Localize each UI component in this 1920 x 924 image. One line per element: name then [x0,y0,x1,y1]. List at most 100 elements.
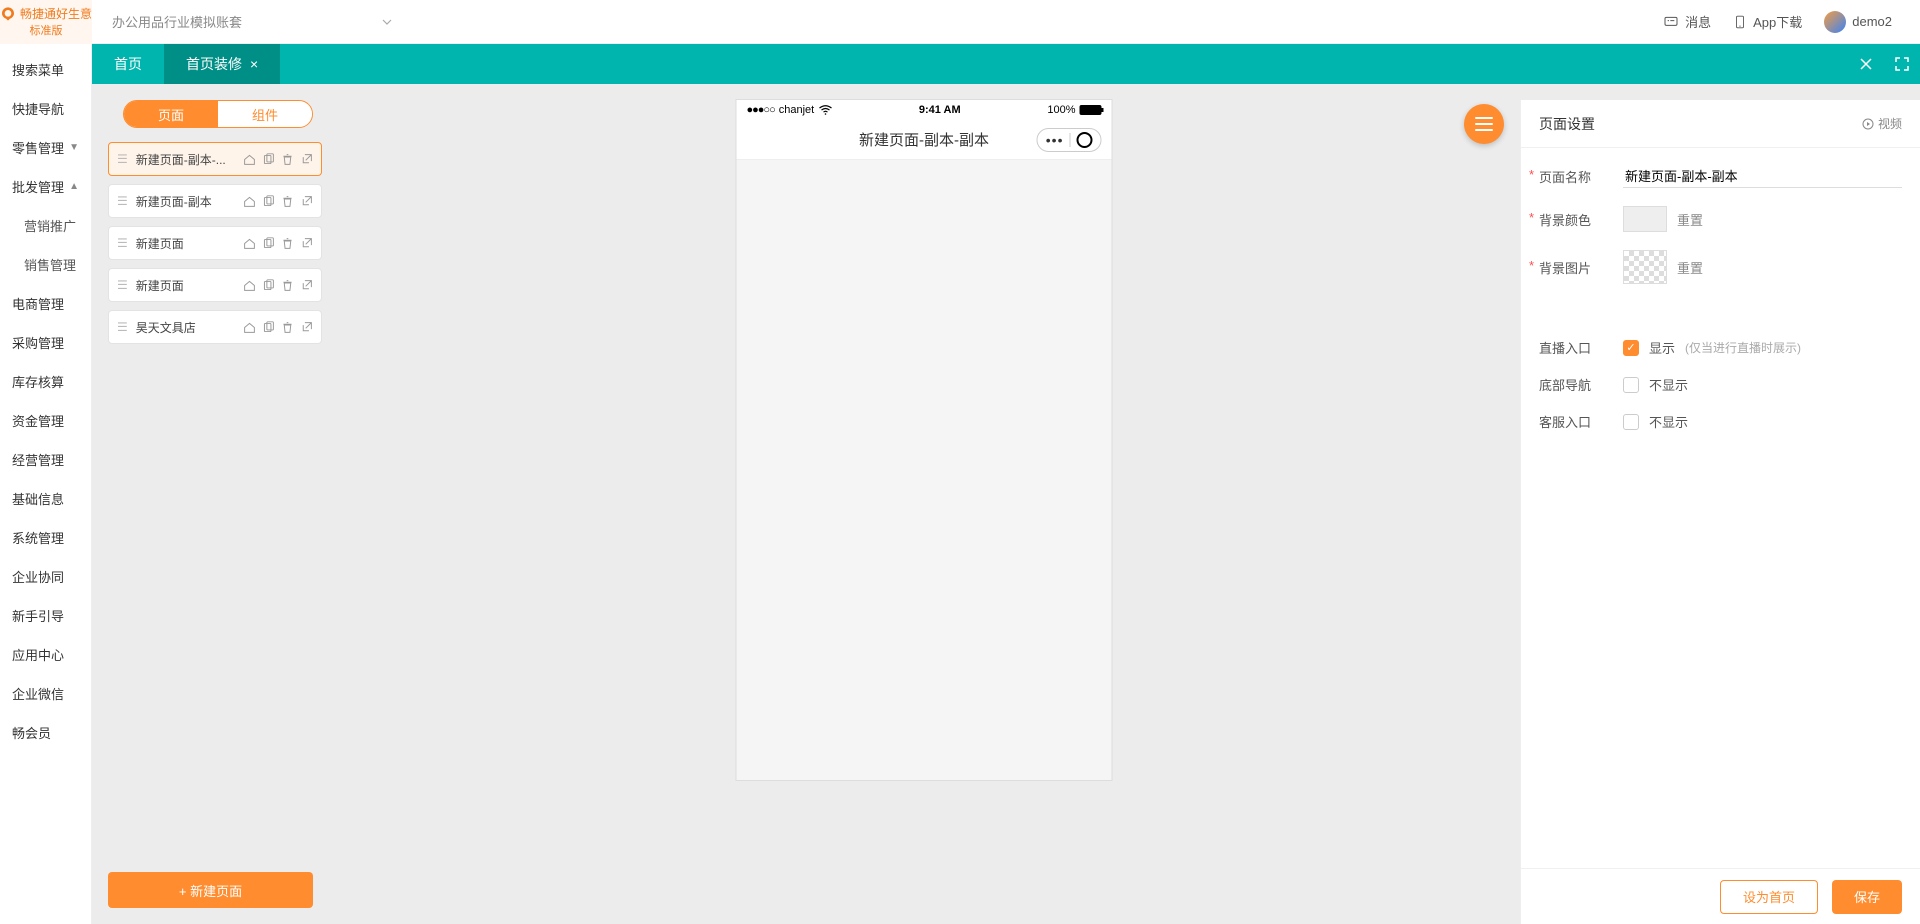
phone-status-bar: ●●●○○ chanjet 9:41 AM 100% [737,100,1112,120]
nav-item-9[interactable]: 资金管理 [0,401,91,440]
more-icon: ••• [1046,132,1064,148]
nav-item-3[interactable]: 批发管理▲ [0,167,91,206]
nav-item-12[interactable]: 系统管理 [0,518,91,557]
label-page-name: 页面名称 [1539,167,1609,186]
drag-handle-icon[interactable]: ☰ [117,194,128,208]
close-icon[interactable]: × [250,56,258,72]
label-live-entry: 直播入口 [1539,338,1609,357]
input-page-name[interactable] [1623,164,1902,188]
save-button[interactable]: 保存 [1832,880,1902,914]
delete-icon[interactable] [281,195,294,208]
checkbox-live[interactable]: ✓ [1623,340,1639,356]
left-nav: 搜索菜单快捷导航零售管理▼批发管理▲营销推广销售管理电商管理采购管理库存核算资金… [0,44,92,924]
top-header: 畅捷通好生意 标准版 办公用品行业模拟账套 消息 App下载 demo2 [0,0,1920,44]
phone-time: 9:41 AM [919,104,961,116]
wifi-icon [818,105,832,115]
drag-handle-icon[interactable]: ☰ [117,152,128,166]
external-icon[interactable] [300,195,313,208]
nav-item-10[interactable]: 经营管理 [0,440,91,479]
reset-bg-image[interactable]: 重置 [1677,258,1703,277]
logo-sub: 标准版 [30,22,63,38]
copy-icon[interactable] [262,153,275,166]
logo-text: 畅捷通好生意 [20,5,92,22]
logo[interactable]: 畅捷通好生意 标准版 [0,0,92,44]
bg-color-swatch[interactable] [1623,206,1667,232]
copy-icon[interactable] [262,195,275,208]
workspace: 页面 组件 ☰新建页面-副本-...☰新建页面-副本☰新建页面☰新建页面☰昊天文… [92,84,1920,924]
tab-1[interactable]: 首页装修× [164,44,280,84]
nav-item-5[interactable]: 销售管理 [0,245,91,284]
seg-page[interactable]: 页面 [124,101,218,127]
menu-icon [1474,116,1494,132]
nav-item-2[interactable]: 零售管理▼ [0,128,91,167]
page-item-4[interactable]: ☰昊天文具店 [108,310,322,344]
user-menu[interactable]: demo2 [1824,11,1892,33]
reset-bg-color[interactable]: 重置 [1677,210,1703,229]
target-icon [1077,132,1093,148]
phone-title-bar: 新建页面-副本-副本 ••• [737,120,1112,160]
message-icon [1663,14,1679,30]
panel-segment: 页面 组件 [123,100,313,128]
nav-item-6[interactable]: 电商管理 [0,284,91,323]
nav-item-11[interactable]: 基础信息 [0,479,91,518]
external-icon[interactable] [300,321,313,334]
checkbox-service[interactable] [1623,414,1639,430]
copy-icon[interactable] [262,237,275,250]
page-item-3[interactable]: ☰ 新建页面 [108,268,322,302]
page-item-1[interactable]: ☰新建页面-副本 [108,184,322,218]
phone-title: 新建页面-副本-副本 [859,129,989,150]
nav-item-1[interactable]: 快捷导航 [0,89,91,128]
page-item-0[interactable]: ☰新建页面-副本-... [108,142,322,176]
home-icon[interactable] [243,195,256,208]
settings-footer: 设为首页 保存 [1521,868,1920,924]
external-icon[interactable] [300,279,313,292]
tab-close-all[interactable] [1848,44,1884,84]
copy-icon[interactable] [262,279,275,292]
main: 搜索菜单快捷导航零售管理▼批发管理▲营销推广销售管理电商管理采购管理库存核算资金… [0,44,1920,924]
tab-0[interactable]: 首页 [92,44,164,84]
logo-icon [0,6,16,22]
video-link[interactable]: 视频 [1862,115,1902,132]
nav-item-17[interactable]: 畅会员 [0,713,91,752]
delete-icon[interactable] [281,321,294,334]
home-icon[interactable] [243,279,256,292]
home-icon[interactable] [243,153,256,166]
external-icon[interactable] [300,153,313,166]
nav-item-14[interactable]: 新手引导 [0,596,91,635]
checkbox-bottom-nav[interactable] [1623,377,1639,393]
delete-icon[interactable] [281,153,294,166]
account-selector[interactable]: 办公用品行业模拟账套 [112,12,392,31]
nav-item-13[interactable]: 企业协同 [0,557,91,596]
nav-item-7[interactable]: 采购管理 [0,323,91,362]
carrier-label: chanjet [779,104,814,116]
copy-icon[interactable] [262,321,275,334]
chevron-icon: ▼ [69,142,79,153]
nav-item-15[interactable]: 应用中心 [0,635,91,674]
drag-handle-icon[interactable]: ☰ [117,236,128,250]
app-download-link[interactable]: App下载 [1733,12,1802,31]
external-icon[interactable] [300,237,313,250]
nav-item-8[interactable]: 库存核算 [0,362,91,401]
nav-item-16[interactable]: 企业微信 [0,674,91,713]
drag-handle-icon[interactable]: ☰ [117,320,128,334]
miniprogram-capsule[interactable]: ••• [1037,128,1102,152]
home-icon[interactable] [243,321,256,334]
components-fab[interactable] [1464,104,1504,144]
page-item-2[interactable]: ☰新建页面 [108,226,322,260]
set-home-button[interactable]: 设为首页 [1720,880,1818,914]
delete-icon[interactable] [281,237,294,250]
home-icon[interactable] [243,237,256,250]
phone-body[interactable] [737,160,1112,780]
delete-icon[interactable] [281,279,294,292]
nav-item-0[interactable]: 搜索菜单 [0,50,91,89]
battery-pct: 100% [1047,104,1075,116]
nav-item-4[interactable]: 营销推广 [0,206,91,245]
drag-handle-icon[interactable]: ☰ [117,278,128,292]
messages-link[interactable]: 消息 [1663,12,1711,31]
bg-image-swatch[interactable] [1623,250,1667,284]
new-page-button[interactable]: + 新建页面 [108,872,313,908]
page-item-name: 新建页面 [136,277,235,294]
seg-component[interactable]: 组件 [218,101,312,127]
tab-fullscreen[interactable] [1884,44,1920,84]
label-bottom-nav: 底部导航 [1539,375,1609,394]
